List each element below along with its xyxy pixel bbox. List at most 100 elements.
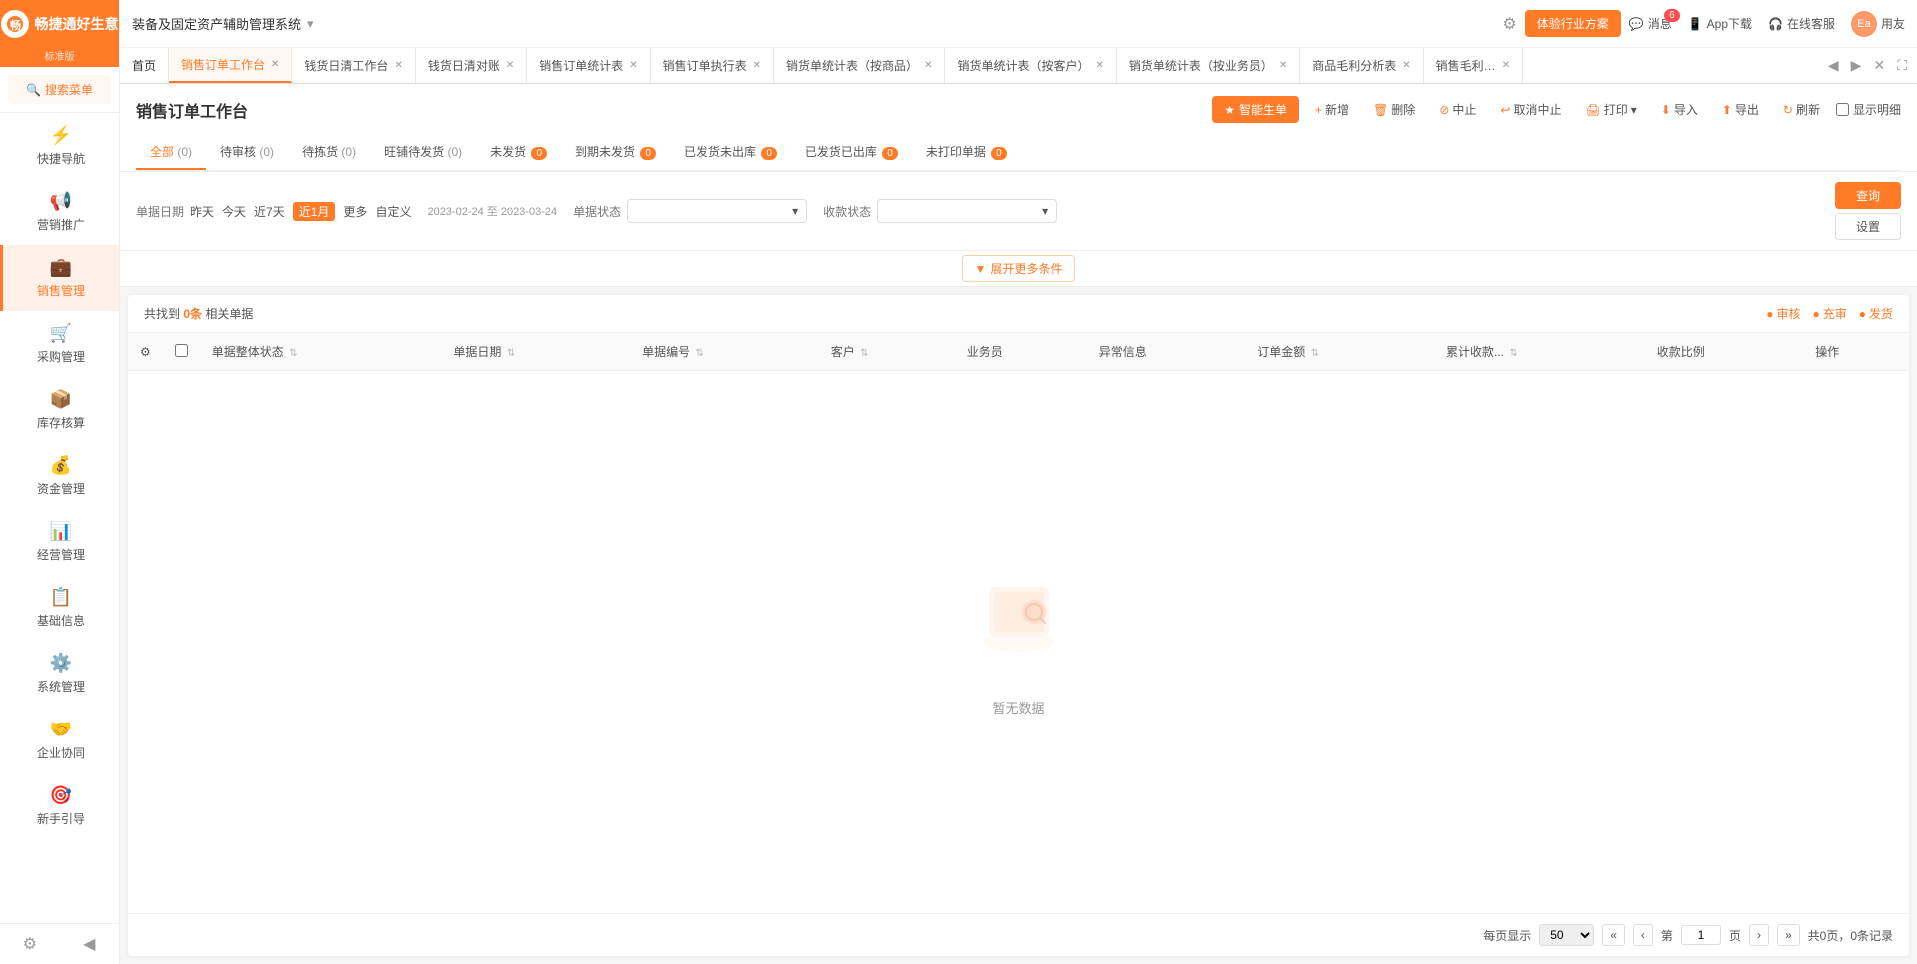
first-page-button[interactable]: « (1602, 924, 1625, 946)
prev-page-button[interactable]: ‹ (1633, 924, 1653, 946)
unsuspend-button[interactable]: ↩ 取消中止 (1492, 97, 1569, 122)
add-button[interactable]: + 新增 (1307, 97, 1357, 122)
page-number-input[interactable] (1681, 925, 1721, 945)
sub-tab-shipped-not-out[interactable]: 已发货未出库 0 (670, 135, 791, 170)
tab-sales-summary-product[interactable]: 销货单统计表（按商品） ✕ (774, 48, 945, 83)
import-button[interactable]: ⬇ 导入 (1653, 97, 1706, 122)
select-all-checkbox[interactable] (175, 344, 188, 357)
tab-sales-exec-close[interactable]: ✕ (753, 60, 761, 71)
sidebar-collapse-button[interactable]: ◀ (60, 924, 120, 964)
show-detail-checkbox[interactable]: 显示明细 (1836, 101, 1901, 118)
tab-bar: 首页 销售订单工作台 ✕ 钱货日清工作台 ✕ 钱货日清对账 ✕ 销售订单统计表 … (120, 48, 1917, 84)
setting-button[interactable]: 设置 (1835, 213, 1901, 240)
sub-tab-shipped-out[interactable]: 已发货已出库 0 (791, 135, 912, 170)
tab-cash-daily-close[interactable]: ✕ (394, 60, 402, 71)
tab-sales-more-close[interactable]: ✕ (1502, 60, 1510, 71)
sub-tab-pending-check[interactable]: 待拣货 (0) (288, 135, 370, 170)
sidebar-item-guide[interactable]: 🎯 新手引导 (0, 773, 119, 839)
tab-sales-summary-customer[interactable]: 销货单统计表（按客户） ✕ (945, 48, 1116, 83)
sub-tab-wangpu[interactable]: 旺铺待发货 (0) (370, 135, 476, 170)
export-icon: ⬆ (1722, 103, 1732, 117)
tab-prev-button[interactable]: ◀ (1824, 55, 1843, 76)
col-date-sort[interactable]: ⇅ (507, 348, 515, 359)
tab-cash-reconcile-close[interactable]: ✕ (506, 60, 514, 71)
app-download-button[interactable]: 📱 App下载 (1688, 15, 1752, 32)
sidebar-item-enterprise[interactable]: 🤝 企业协同 (0, 707, 119, 773)
col-received-sort[interactable]: ⇅ (1509, 348, 1517, 359)
filter-date-custom[interactable]: 自定义 (375, 203, 411, 220)
topbar-gear-icon[interactable]: ⚙ (1502, 14, 1516, 34)
revoke-action[interactable]: ● 充审 (1812, 305, 1846, 322)
tab-sales-stat-close[interactable]: ✕ (629, 60, 637, 71)
export-button[interactable]: ⬆ 导出 (1714, 97, 1767, 122)
col-number-sort[interactable]: ⇅ (695, 348, 703, 359)
sub-tab-all[interactable]: 全部 (0) (136, 135, 206, 170)
ship-action[interactable]: ● 发货 (1859, 305, 1893, 322)
sub-tab-not-shipped-label: 未发货 (490, 145, 526, 159)
sidebar-item-sales[interactable]: 💼 销售管理 (0, 245, 119, 311)
col-status-sort[interactable]: ⇅ (289, 348, 297, 359)
search-menu-label: 搜索菜单 (45, 81, 93, 98)
sub-tab-not-printed[interactable]: 未打印单据 0 (912, 135, 1021, 170)
sidebar-item-purchase[interactable]: 🛒 采购管理 (0, 311, 119, 377)
show-detail-input[interactable] (1836, 103, 1849, 116)
tab-sales-order-close[interactable]: ✕ (271, 59, 279, 70)
sidebar-item-system[interactable]: ⚙️ 系统管理 (0, 641, 119, 707)
tab-sales-summary-staff[interactable]: 销货单统计表（按业务员） ✕ (1117, 48, 1300, 83)
tab-gross-profit-close[interactable]: ✕ (1402, 60, 1410, 71)
query-button[interactable]: 查询 (1835, 182, 1901, 209)
tab-cash-daily[interactable]: 钱货日清工作台 ✕ (292, 48, 415, 83)
print-button[interactable]: 🖨 打印 ▾ (1577, 97, 1644, 122)
tab-fullscreen-button[interactable]: ⛶ (1893, 55, 1911, 76)
filter-date-today[interactable]: 今天 (222, 203, 246, 220)
sidebar-item-marketing[interactable]: 📢 营销推广 (0, 179, 119, 245)
filter-date-7days[interactable]: 近7天 (254, 203, 285, 220)
col-amount-sort[interactable]: ⇅ (1311, 348, 1319, 359)
col-settings[interactable]: ⚙ (128, 333, 163, 371)
tab-sales-order[interactable]: 销售订单工作台 ✕ (169, 48, 292, 83)
page-size-select[interactable]: 10 20 50 100 (1539, 924, 1594, 946)
expand-conditions-button[interactable]: ▼ 展开更多条件 (962, 255, 1076, 282)
message-button[interactable]: 💬 消息 6 (1629, 15, 1672, 32)
sidebar-settings-button[interactable]: ⚙ (0, 924, 60, 964)
filter-status-select[interactable]: ▾ (627, 199, 807, 223)
tab-gross-profit[interactable]: 商品毛利分析表 ✕ (1300, 48, 1423, 83)
tab-sales-more[interactable]: 销售毛利… ✕ (1424, 48, 1523, 83)
refresh-button[interactable]: ↻ 刷新 (1775, 97, 1828, 122)
smart-create-button[interactable]: ★ 智能生单 (1212, 96, 1299, 123)
tab-sales-summary-staff-label: 销货单统计表（按业务员） (1129, 57, 1273, 74)
solution-button[interactable]: 体验行业方案 (1525, 10, 1621, 37)
tab-cash-reconcile[interactable]: 钱货日清对账 ✕ (416, 48, 527, 83)
tab-sales-stat[interactable]: 销售订单统计表 ✕ (527, 48, 650, 83)
suspend-button[interactable]: ⊘ 中止 (1431, 97, 1484, 122)
delete-button[interactable]: 🗑 删除 (1365, 97, 1423, 122)
user-menu[interactable]: Ea 用友 (1851, 11, 1905, 37)
online-service-button[interactable]: 🎧 在线客服 (1768, 15, 1835, 32)
filter-date-more[interactable]: 更多 (343, 203, 367, 220)
filter-payment-select[interactable]: ▾ (877, 199, 1057, 223)
sidebar-item-quick-nav[interactable]: ⚡ 快捷导航 (0, 113, 119, 179)
sidebar-item-operations[interactable]: 📊 经营管理 (0, 509, 119, 575)
filter-date-yesterday[interactable]: 昨天 (190, 203, 214, 220)
tab-sales-summary-product-close[interactable]: ✕ (924, 60, 932, 71)
tab-sales-summary-customer-close[interactable]: ✕ (1095, 60, 1103, 71)
tab-home[interactable]: 首页 (120, 48, 169, 83)
next-page-button[interactable]: › (1749, 924, 1769, 946)
sidebar-item-base[interactable]: 📋 基础信息 (0, 575, 119, 641)
tab-close-all-button[interactable]: ✕ (1869, 55, 1889, 76)
last-page-button[interactable]: » (1777, 924, 1800, 946)
sub-tab-overdue[interactable]: 到期未发货 0 (561, 135, 670, 170)
col-checkbox[interactable] (163, 333, 200, 371)
sub-tab-not-shipped[interactable]: 未发货 0 (476, 135, 561, 170)
tab-sales-exec[interactable]: 销售订单执行表 ✕ (651, 48, 774, 83)
review-action[interactable]: ● 审核 (1766, 305, 1800, 322)
search-menu-button[interactable]: 🔍 搜索菜单 (8, 75, 111, 104)
tab-next-button[interactable]: ▶ (1847, 55, 1866, 76)
col-customer-sort[interactable]: ⇅ (860, 348, 868, 359)
sidebar-item-inventory[interactable]: 📦 库存核算 (0, 377, 119, 443)
tab-sales-summary-staff-close[interactable]: ✕ (1279, 60, 1287, 71)
sub-tab-pending-review[interactable]: 待审核 (0) (206, 135, 288, 170)
filter-date-1month[interactable]: 近1月 (293, 202, 336, 221)
sidebar-item-finance[interactable]: 💰 资金管理 (0, 443, 119, 509)
topbar-title: 装备及固定资产辅助管理系统 ▾ (132, 14, 1494, 33)
